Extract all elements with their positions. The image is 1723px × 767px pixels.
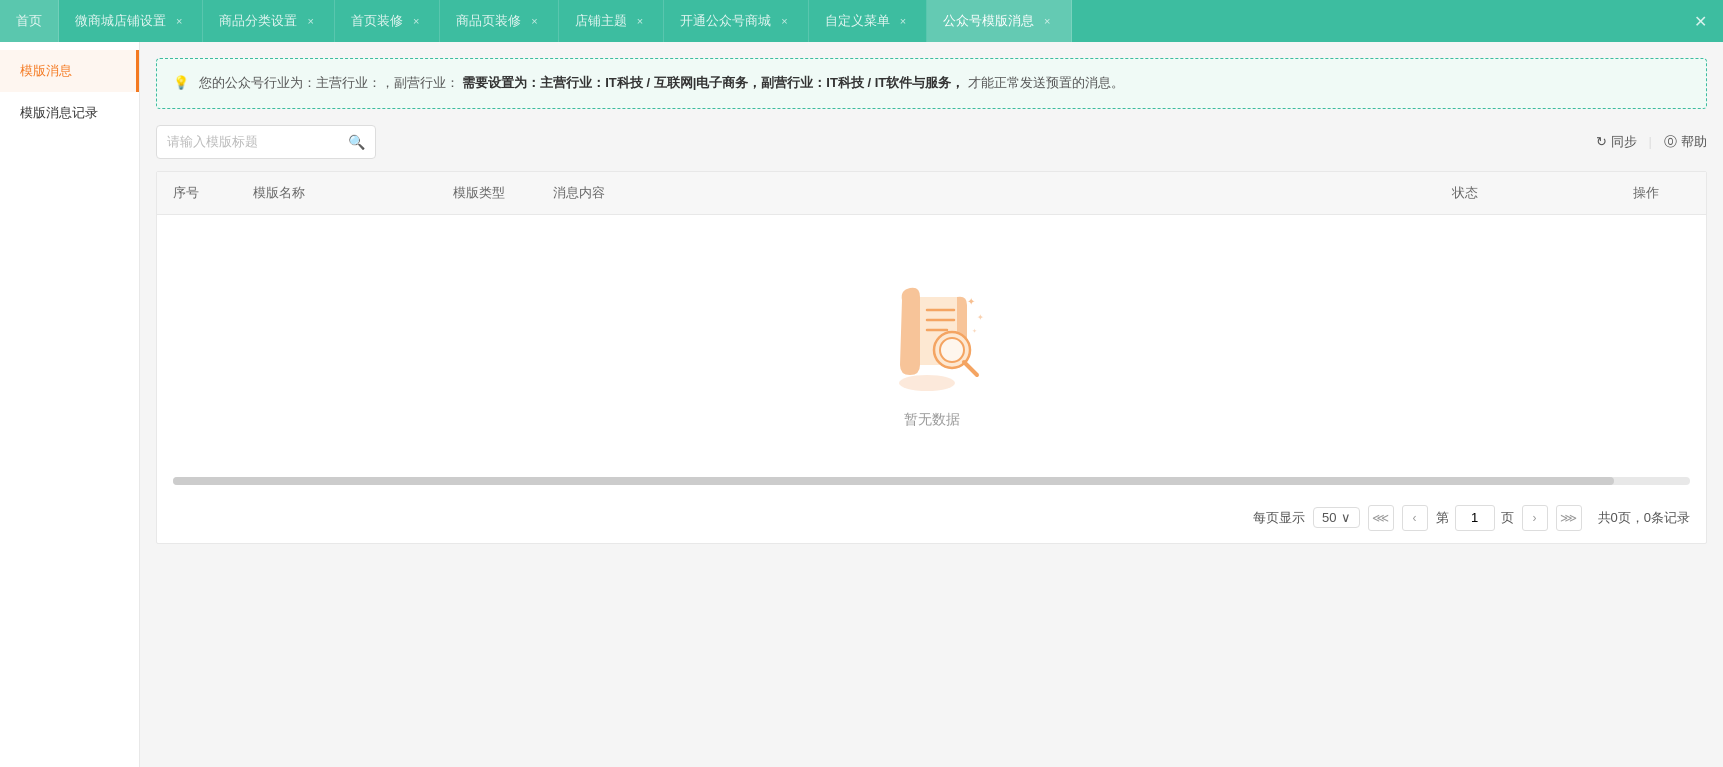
tab-close-custom-menu[interactable]: × xyxy=(896,13,910,29)
sidebar-label-template-msg: 模版消息 xyxy=(20,63,72,78)
search-icon[interactable]: 🔍 xyxy=(348,134,365,150)
last-page-button[interactable]: ⋙ xyxy=(1556,505,1582,531)
tab-label-homepage-decor: 首页装修 xyxy=(351,12,403,30)
svg-point-5 xyxy=(940,338,964,362)
data-table: 序号 模版名称 模版类型 消息内容 状态 操作 xyxy=(156,171,1707,544)
th-name: 模版名称 xyxy=(237,172,437,214)
chevron-down-icon: ∨ xyxy=(1341,510,1351,525)
tab-homepage-decor[interactable]: 首页装修 × xyxy=(335,0,440,42)
tab-bar-close-button[interactable]: ✕ xyxy=(1678,12,1723,31)
tab-home[interactable]: 首页 xyxy=(0,0,59,42)
tab-close-shop-theme[interactable]: × xyxy=(633,13,647,29)
per-page-value: 50 xyxy=(1322,510,1336,525)
tab-wechat-shop[interactable]: 微商城店铺设置 × xyxy=(59,0,203,42)
table-header: 序号 模版名称 模版类型 消息内容 状态 操作 xyxy=(157,172,1706,215)
total-info: 共0页，0条记录 xyxy=(1598,509,1690,527)
scrollbar-thumb[interactable] xyxy=(173,477,1614,485)
th-seq: 序号 xyxy=(157,172,237,214)
tab-label-wechat-shop: 微商城店铺设置 xyxy=(75,12,166,30)
tab-label-custom-menu: 自定义菜单 xyxy=(825,12,890,30)
search-box[interactable]: 🔍 xyxy=(156,125,376,159)
per-page-label: 每页显示 xyxy=(1253,509,1305,527)
notice-highlight: 需要设置为：主营行业：IT科技 / 互联网|电子商务，副营行业：IT科技 / I… xyxy=(462,75,964,90)
horizontal-scrollbar[interactable] xyxy=(173,477,1690,485)
th-type: 模版类型 xyxy=(437,172,537,214)
tab-close-product-decor[interactable]: × xyxy=(527,13,541,29)
empty-state: ✦ ✦ ✦ 暂无数据 xyxy=(157,215,1706,469)
pagination: 每页显示 50 ∨ ⋘ ‹ 第 页 › ⋙ 共0页，0条记录 xyxy=(157,493,1706,543)
tab-close-wechat-shop[interactable]: × xyxy=(172,13,186,29)
tab-label-category: 商品分类设置 xyxy=(219,12,297,30)
tab-close-category[interactable]: × xyxy=(303,13,317,29)
tab-label-home: 首页 xyxy=(16,12,42,30)
tab-bar: 首页微商城店铺设置×商品分类设置×首页装修×商品页装修×店铺主题×开通公众号商城… xyxy=(0,0,1723,42)
sidebar-label-template-history: 模版消息记录 xyxy=(20,105,98,120)
help-button[interactable]: ⓪ 帮助 xyxy=(1664,133,1707,151)
sidebar-item-template-history[interactable]: 模版消息记录 xyxy=(0,92,139,134)
sidebar-item-template-msg[interactable]: 模版消息 xyxy=(0,50,139,92)
svg-text:✦: ✦ xyxy=(972,328,977,334)
prev-page-button[interactable]: ‹ xyxy=(1402,505,1428,531)
help-icon: ⓪ xyxy=(1664,133,1677,151)
th-action: 操作 xyxy=(1586,172,1706,214)
tab-close-open-mall[interactable]: × xyxy=(777,13,791,29)
notice-icon: 💡 xyxy=(173,75,189,90)
tab-category[interactable]: 商品分类设置 × xyxy=(203,0,334,42)
main-content: 💡 您的公众号行业为：主营行业：，副营行业： 需要设置为：主营行业：IT科技 /… xyxy=(140,42,1723,767)
notice-suffix: 才能正常发送预置的消息。 xyxy=(968,75,1124,90)
tab-template-msg[interactable]: 公众号模版消息 × xyxy=(927,0,1071,42)
tab-label-template-msg: 公众号模版消息 xyxy=(943,12,1034,30)
svg-line-6 xyxy=(964,362,977,375)
svg-text:✦: ✦ xyxy=(977,313,984,322)
toolbar-divider: | xyxy=(1649,134,1652,149)
page-input-group: 第 页 xyxy=(1436,505,1514,531)
sync-label: 同步 xyxy=(1611,133,1637,151)
help-label: 帮助 xyxy=(1681,133,1707,151)
first-page-button[interactable]: ⋘ xyxy=(1368,505,1394,531)
tab-label-shop-theme: 店铺主题 xyxy=(575,12,627,30)
page-label: 第 xyxy=(1436,509,1449,527)
empty-text: 暂无数据 xyxy=(904,411,960,429)
tab-close-homepage-decor[interactable]: × xyxy=(409,13,423,29)
search-input[interactable] xyxy=(167,134,348,149)
page-number-input[interactable] xyxy=(1455,505,1495,531)
tab-close-template-msg[interactable]: × xyxy=(1040,13,1054,29)
th-content: 消息内容 xyxy=(537,172,1436,214)
tab-open-mall[interactable]: 开通公众号商城 × xyxy=(664,0,808,42)
th-status: 状态 xyxy=(1436,172,1586,214)
notice-prefix: 您的公众号行业为：主营行业：，副营行业： xyxy=(199,75,459,90)
tab-shop-theme[interactable]: 店铺主题 × xyxy=(559,0,664,42)
toolbar-right: ↻ 同步 | ⓪ 帮助 xyxy=(1596,133,1707,151)
sync-button[interactable]: ↻ 同步 xyxy=(1596,133,1637,151)
sync-icon: ↻ xyxy=(1596,134,1607,149)
tab-label-open-mall: 开通公众号商城 xyxy=(680,12,771,30)
next-page-button[interactable]: › xyxy=(1522,505,1548,531)
tab-product-decor[interactable]: 商品页装修 × xyxy=(440,0,558,42)
search-row: 🔍 ↻ 同步 | ⓪ 帮助 xyxy=(156,125,1707,159)
sidebar: 模版消息模版消息记录 xyxy=(0,42,140,767)
svg-text:✦: ✦ xyxy=(967,296,975,307)
empty-illustration: ✦ ✦ ✦ xyxy=(872,275,992,395)
tab-custom-menu[interactable]: 自定义菜单 × xyxy=(809,0,927,42)
main-layout: 模版消息模版消息记录 💡 您的公众号行业为：主营行业：，副营行业： 需要设置为：… xyxy=(0,42,1723,767)
notice-banner: 💡 您的公众号行业为：主营行业：，副营行业： 需要设置为：主营行业：IT科技 /… xyxy=(156,58,1707,109)
page-unit: 页 xyxy=(1501,509,1514,527)
tab-label-product-decor: 商品页装修 xyxy=(456,12,521,30)
per-page-select[interactable]: 50 ∨ xyxy=(1313,507,1359,528)
svg-point-0 xyxy=(899,375,955,391)
